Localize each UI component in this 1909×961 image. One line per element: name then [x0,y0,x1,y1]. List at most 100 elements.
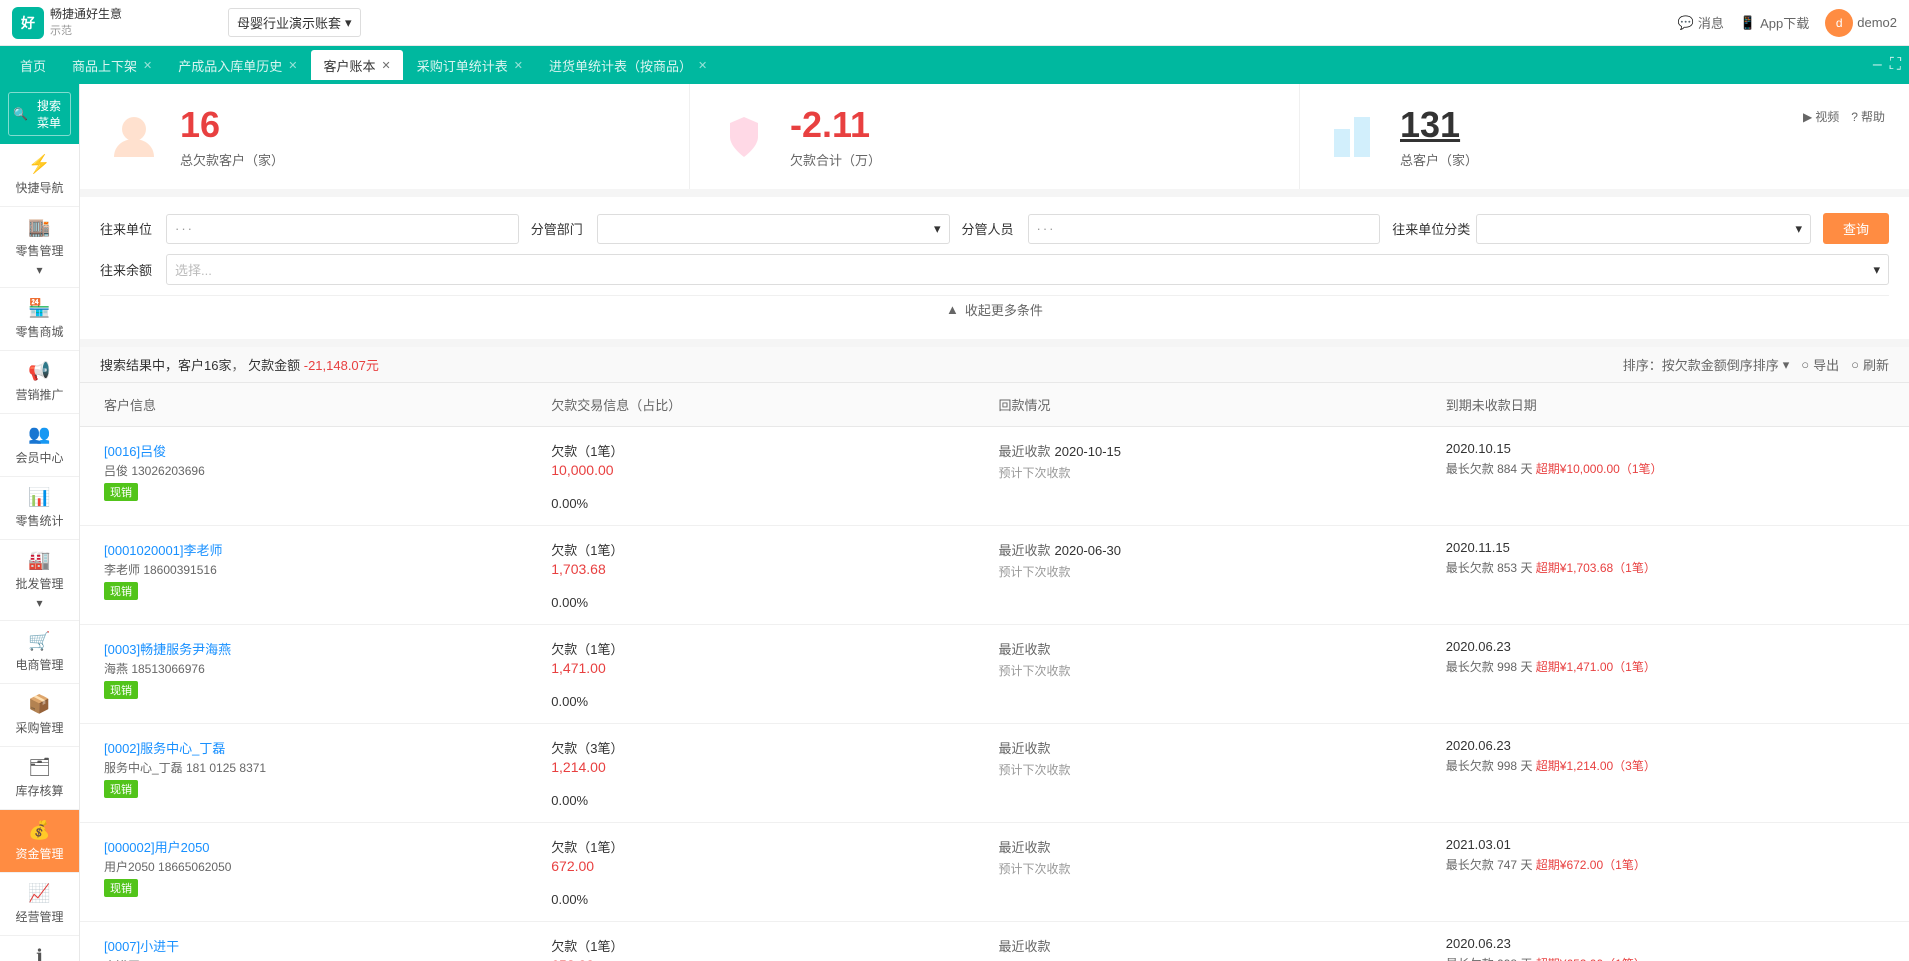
tab-expand-button[interactable]: ⛶ [1890,56,1901,74]
customer-name-link[interactable]: [0003]畅捷服务尹海燕 [104,639,543,658]
filter-label-supplier: 往来单位 [100,219,160,238]
overdue-days: 最长欠款 853 天 超期¥1,703.68（1笔） [1446,559,1885,576]
stat-value-total-customers: 131 [1400,104,1787,146]
help-icon: ? [1851,110,1858,124]
tab-close-icon[interactable]: ✕ [698,59,707,72]
cell-payment-info: 最近收款 预计下次收款 [995,934,1442,961]
ecommerce-icon: 🛒 [28,631,50,652]
tab-collapse-button[interactable]: – [1873,56,1882,74]
cell-payment-info: 最近收款 预计下次收款 [995,637,1442,681]
purchase-icon: 📦 [28,694,50,715]
tab-customer-account[interactable]: 客户账本 ✕ [311,50,402,80]
tab-product-listing[interactable]: 商品上下架 ✕ [60,50,164,80]
tab-close-icon[interactable]: ✕ [288,59,297,72]
sidebar-item-wholesale[interactable]: 🏭 批发管理 ▾ [0,540,79,621]
sidebar-item-member[interactable]: 👥 会员中心 [0,414,79,477]
customer-name-link[interactable]: [0002]服务中心_丁磊 [104,738,543,757]
next-payment: 预计下次收款 [999,761,1438,778]
customer-name-link[interactable]: [0007]小进干 [104,936,543,955]
overdue-amount-link[interactable]: 超期¥10,000.00（1笔） [1536,462,1663,476]
debt-count: 欠款（1笔） [551,639,990,658]
main-content: 16 总欠款客户（家） -2.11 欠款合计（万） [80,84,1909,961]
due-date: 2020.10.15 [1446,441,1885,456]
sidebar-item-purchase[interactable]: 📦 采购管理 [0,684,79,747]
tab-purchase-stats[interactable]: 进货单统计表（按商品） ✕ [537,50,719,80]
collapse-bar[interactable]: ▲ 收起更多条件 [100,295,1889,323]
logo-area: 好 畅捷通好生意 示范 [12,7,212,39]
table-row: [0016]吕俊 吕俊 13026203696 现销 欠款（1笔） 10,000… [80,427,1909,526]
tab-close-icon[interactable]: ✕ [382,59,391,72]
filter-select-balance[interactable]: 选择... ▾ [166,254,1889,285]
tab-home[interactable]: 首页 [8,50,58,80]
user-menu[interactable]: d demo2 [1825,9,1897,37]
inventory-icon: 🗂 [28,757,51,778]
tab-bar: 首页 商品上下架 ✕ 产成品入库单历史 ✕ 客户账本 ✕ 采购订单统计表 ✕ 进… [0,46,1909,84]
logo-text: 畅捷通好生意 示范 [50,7,122,39]
export-icon: ○ [1801,357,1809,372]
sidebar-item-inventory[interactable]: 🗂 库存核算 [0,747,79,810]
stat-info-debt-customers: 16 总欠款客户（家） [180,104,665,169]
result-actions: 排序：按欠款金额倒序排序 ▾ ○ 导出 ○ 刷新 [1623,355,1889,374]
customer-name-link[interactable]: [0016]吕俊 [104,441,543,460]
retail-stats-icon: 📊 [28,487,50,508]
filter-input-person[interactable]: ··· [1028,214,1381,244]
next-payment: 预计下次收款 [999,464,1438,481]
search-button[interactable]: 查询 [1823,213,1889,244]
cell-debt-info: 欠款（3笔） 1,214.00 0.00% [547,736,994,810]
filter-input-category[interactable]: ▾ [1476,214,1811,244]
cell-due-info: 2020.06.23 最长欠款 998 天 超期¥1,471.00（1笔） [1442,637,1889,677]
video-button[interactable]: ▶ 视频 [1803,108,1839,125]
chevron-down-icon: ▾ [1783,357,1790,373]
overdue-amount-link[interactable]: 超期¥1,214.00（3笔） [1536,759,1656,773]
cell-due-info: 2020.10.15 最长欠款 884 天 超期¥10,000.00（1笔） [1442,439,1889,479]
customer-name-link[interactable]: [0001020001]李老师 [104,540,543,559]
sort-selector[interactable]: 排序：按欠款金额倒序排序 ▾ [1623,355,1790,374]
search-menu-button[interactable]: 🔍 搜索菜单 [8,92,71,136]
sidebar-item-finance[interactable]: 💰 资金管理 [0,810,79,873]
message-icon: 💬 [1678,15,1694,31]
cell-payment-info: 最近收款 预计下次收款 [995,835,1442,879]
app-download-button[interactable]: 📱 App下载 [1740,13,1809,32]
refresh-button[interactable]: ○ 刷新 [1851,355,1889,374]
cell-payment-info: 最近收款2020-06-30 预计下次收款 [995,538,1442,582]
chevron-down-icon: ▾ [345,15,352,31]
due-date: 2020.06.23 [1446,936,1885,951]
sidebar-item-operations[interactable]: 📈 经营管理 [0,873,79,936]
last-payment: 最近收款 [999,936,1438,955]
export-button[interactable]: ○ 导出 [1801,355,1839,374]
tab-purchase-order[interactable]: 采购订单统计表 ✕ [405,50,535,80]
tab-close-icon[interactable]: ✕ [514,59,523,72]
customer-name-link[interactable]: [000002]用户2050 [104,837,543,856]
help-button[interactable]: ? 帮助 [1851,108,1885,125]
cell-customer-info: [0007]小进干 小进干 18279152100 现销 [100,934,547,961]
sidebar-item-retail-mgmt[interactable]: 🏬 零售管理 ▾ [0,207,79,288]
overdue-days: 最长欠款 998 天 超期¥652.00（1笔） [1446,955,1885,961]
retail-mall-icon: 🏪 [28,298,50,319]
top-bar: 好 畅捷通好生意 示范 母婴行业演示账套 ▾ 💬 消息 📱 App下载 d de… [0,0,1909,46]
last-payment: 最近收款 [999,738,1438,757]
sidebar-item-quick-nav[interactable]: ⚡ 快捷导航 [0,144,79,207]
overdue-amount-link[interactable]: 超期¥672.00（1笔） [1536,858,1646,872]
sidebar-item-retail-mall[interactable]: 🏪 零售商城 [0,288,79,351]
sidebar-item-basic-info[interactable]: ℹ 基础信息 [0,936,79,961]
filter-input-dept[interactable]: ▾ [597,214,950,244]
overdue-amount-link[interactable]: 超期¥652.00（1笔） [1536,957,1646,961]
debt-amount-icon [714,107,774,167]
sidebar-item-ecommerce[interactable]: 🛒 电商管理 [0,621,79,684]
customer-phone: 小进干 18279152100 [104,957,543,961]
filter-input-supplier[interactable]: ··· [166,214,519,244]
tab-bar-actions: – ⛶ [1873,56,1901,74]
table-row: [000002]用户2050 用户2050 18665062050 现销 欠款（… [80,823,1909,922]
sidebar-item-marketing[interactable]: 📢 营销推广 [0,351,79,414]
table-body: [0016]吕俊 吕俊 13026203696 现销 欠款（1笔） 10,000… [80,427,1909,961]
chevron-down-icon: ▾ [1795,221,1802,237]
overdue-amount-link[interactable]: 超期¥1,703.68（1笔） [1536,561,1656,575]
tab-close-icon[interactable]: ✕ [143,59,152,72]
company-selector[interactable]: 母婴行业演示账套 ▾ [228,8,361,37]
chevron-down-icon: ▾ [36,596,42,610]
overdue-days: 最长欠款 998 天 超期¥1,214.00（3笔） [1446,757,1885,774]
overdue-amount-link[interactable]: 超期¥1,471.00（1笔） [1536,660,1656,674]
tab-product-history[interactable]: 产成品入库单历史 ✕ [166,50,309,80]
sidebar-item-retail-stats[interactable]: 📊 零售统计 [0,477,79,540]
message-button[interactable]: 💬 消息 [1678,13,1724,32]
